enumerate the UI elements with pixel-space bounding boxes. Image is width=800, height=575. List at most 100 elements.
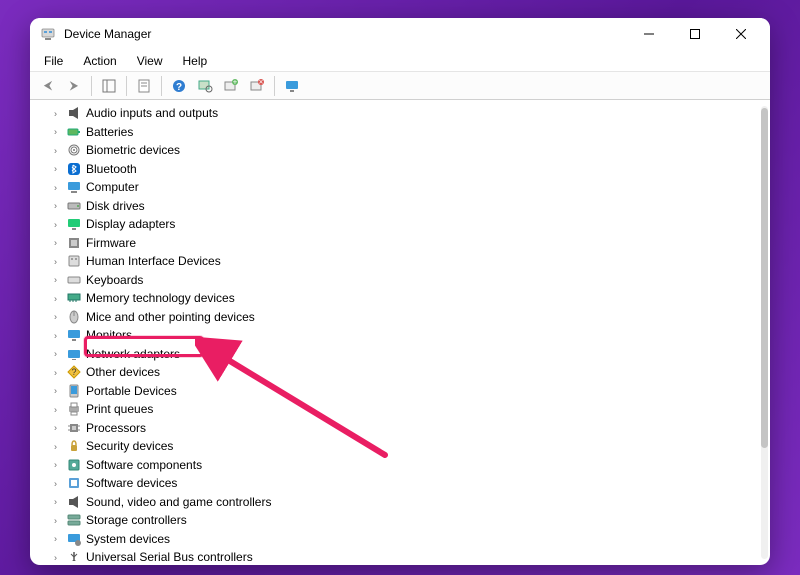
- security-icon: [66, 438, 82, 454]
- tree-item-mouse[interactable]: ›Mice and other pointing devices: [36, 308, 760, 327]
- toolbar: ⮜ ⮞ ? + ×: [30, 72, 770, 100]
- chevron-right-icon[interactable]: ›: [50, 145, 61, 156]
- properties-button[interactable]: [132, 75, 156, 97]
- minimize-button[interactable]: [626, 18, 672, 50]
- sound-icon: [66, 494, 82, 510]
- tree-item-portable[interactable]: ›Portable Devices: [36, 382, 760, 401]
- bluetooth-icon: [66, 161, 82, 177]
- menu-help[interactable]: Help: [175, 52, 216, 70]
- tree-item-software-comp[interactable]: › Software components: [36, 456, 760, 475]
- monitor-icon: [66, 327, 82, 343]
- chevron-right-icon[interactable]: ›: [50, 515, 61, 526]
- chevron-right-icon[interactable]: ›: [50, 459, 61, 470]
- device-category-label: Network adapters: [86, 347, 180, 361]
- device-category-label: Human Interface Devices: [86, 254, 221, 268]
- chevron-right-icon[interactable]: ›: [50, 330, 61, 341]
- tree-item-other[interactable]: ›?Other devices: [36, 363, 760, 382]
- titlebar[interactable]: Device Manager: [30, 18, 770, 50]
- forward-button[interactable]: ⮞: [62, 75, 86, 97]
- maximize-button[interactable]: [672, 18, 718, 50]
- help-button[interactable]: ?: [167, 75, 191, 97]
- tree-item-system[interactable]: ›System devices: [36, 530, 760, 549]
- menu-file[interactable]: File: [36, 52, 71, 70]
- chevron-right-icon[interactable]: ›: [50, 496, 61, 507]
- svg-text:?: ?: [71, 367, 76, 377]
- device-category-label: Biometric devices: [86, 143, 180, 157]
- chevron-right-icon[interactable]: ›: [50, 367, 61, 378]
- chevron-right-icon[interactable]: ›: [50, 219, 61, 230]
- device-tree: ›Audio inputs and outputs › Batteries › Biom…: [36, 104, 760, 561]
- memory-icon: [66, 290, 82, 306]
- menu-action[interactable]: Action: [75, 52, 124, 70]
- tree-item-fingerprint[interactable]: › Biometric devices: [36, 141, 760, 160]
- chevron-right-icon[interactable]: ›: [50, 200, 61, 211]
- device-category-label: Firmware: [86, 236, 136, 250]
- chevron-right-icon[interactable]: ›: [50, 552, 61, 561]
- chevron-right-icon[interactable]: ›: [50, 311, 61, 322]
- chevron-right-icon[interactable]: ›: [50, 533, 61, 544]
- svg-text:+: +: [233, 78, 238, 87]
- storage-icon: [66, 512, 82, 528]
- display-icon: [66, 216, 82, 232]
- tree-item-software[interactable]: ›Software devices: [36, 474, 760, 493]
- chevron-right-icon[interactable]: ›: [50, 126, 61, 137]
- tree-item-memory[interactable]: ›Memory technology devices: [36, 289, 760, 308]
- forward-arrow-icon: ⮞: [70, 78, 79, 93]
- window-title: Device Manager: [64, 27, 151, 41]
- device-category-label: Processors: [86, 421, 146, 435]
- device-category-label: Monitors: [86, 328, 132, 342]
- vertical-scrollbar[interactable]: [761, 106, 768, 559]
- chevron-right-icon[interactable]: ›: [50, 404, 61, 415]
- chevron-right-icon[interactable]: ›: [50, 256, 61, 267]
- device-category-label: Disk drives: [86, 199, 145, 213]
- monitor-icon: [284, 78, 300, 94]
- add-hardware-button[interactable]: +: [219, 75, 243, 97]
- chevron-right-icon[interactable]: ›: [50, 441, 61, 452]
- device-category-label: Batteries: [86, 125, 133, 139]
- tree-item-firmware[interactable]: › Firmware: [36, 234, 760, 253]
- chevron-right-icon[interactable]: ›: [50, 182, 61, 193]
- scan-button[interactable]: [193, 75, 217, 97]
- chevron-right-icon[interactable]: ›: [50, 274, 61, 285]
- chevron-right-icon[interactable]: ›: [50, 293, 61, 304]
- tree-item-battery[interactable]: › Batteries: [36, 123, 760, 142]
- tree-item-printer[interactable]: ›Print queues: [36, 400, 760, 419]
- svg-text:×: ×: [259, 78, 264, 87]
- tree-item-monitor[interactable]: › Monitors: [36, 326, 760, 345]
- chevron-right-icon[interactable]: ›: [50, 422, 61, 433]
- close-button[interactable]: [718, 18, 764, 50]
- portable-icon: [66, 383, 82, 399]
- tree-item-network[interactable]: › Network adapters: [36, 345, 760, 364]
- scrollbar-thumb[interactable]: [761, 108, 768, 448]
- tree-item-speaker[interactable]: ›Audio inputs and outputs: [36, 104, 760, 123]
- show-hide-tree-button[interactable]: [97, 75, 121, 97]
- chevron-right-icon[interactable]: ›: [50, 237, 61, 248]
- tree-item-disk[interactable]: › Disk drives: [36, 197, 760, 216]
- printer-icon: [66, 401, 82, 417]
- tree-item-computer[interactable]: ›Computer: [36, 178, 760, 197]
- tree-item-storage[interactable]: ›Storage controllers: [36, 511, 760, 530]
- tree-item-bluetooth[interactable]: ›Bluetooth: [36, 160, 760, 179]
- menubar: File Action View Help: [30, 50, 770, 72]
- back-button[interactable]: ⮜: [36, 75, 60, 97]
- device-category-label: Display adapters: [86, 217, 175, 231]
- chevron-right-icon[interactable]: ›: [50, 348, 61, 359]
- tree-item-keyboard[interactable]: › Keyboards: [36, 271, 760, 290]
- menu-view[interactable]: View: [129, 52, 171, 70]
- tree-item-sound[interactable]: ›Sound, video and game controllers: [36, 493, 760, 512]
- tree-item-hid[interactable]: › Human Interface Devices: [36, 252, 760, 271]
- tree-item-usb[interactable]: ›Universal Serial Bus controllers: [36, 548, 760, 561]
- device-category-label: Software components: [86, 458, 202, 472]
- properties-icon: [136, 78, 152, 94]
- tree-item-cpu[interactable]: › Processors: [36, 419, 760, 438]
- monitor-button[interactable]: [280, 75, 304, 97]
- device-category-label: Keyboards: [86, 273, 143, 287]
- tree-item-display[interactable]: › Display adapters: [36, 215, 760, 234]
- app-icon: [40, 26, 56, 42]
- chevron-right-icon[interactable]: ›: [50, 385, 61, 396]
- tree-item-security[interactable]: ›Security devices: [36, 437, 760, 456]
- remove-button[interactable]: ×: [245, 75, 269, 97]
- chevron-right-icon[interactable]: ›: [50, 478, 61, 489]
- chevron-right-icon[interactable]: ›: [50, 108, 61, 119]
- chevron-right-icon[interactable]: ›: [50, 163, 61, 174]
